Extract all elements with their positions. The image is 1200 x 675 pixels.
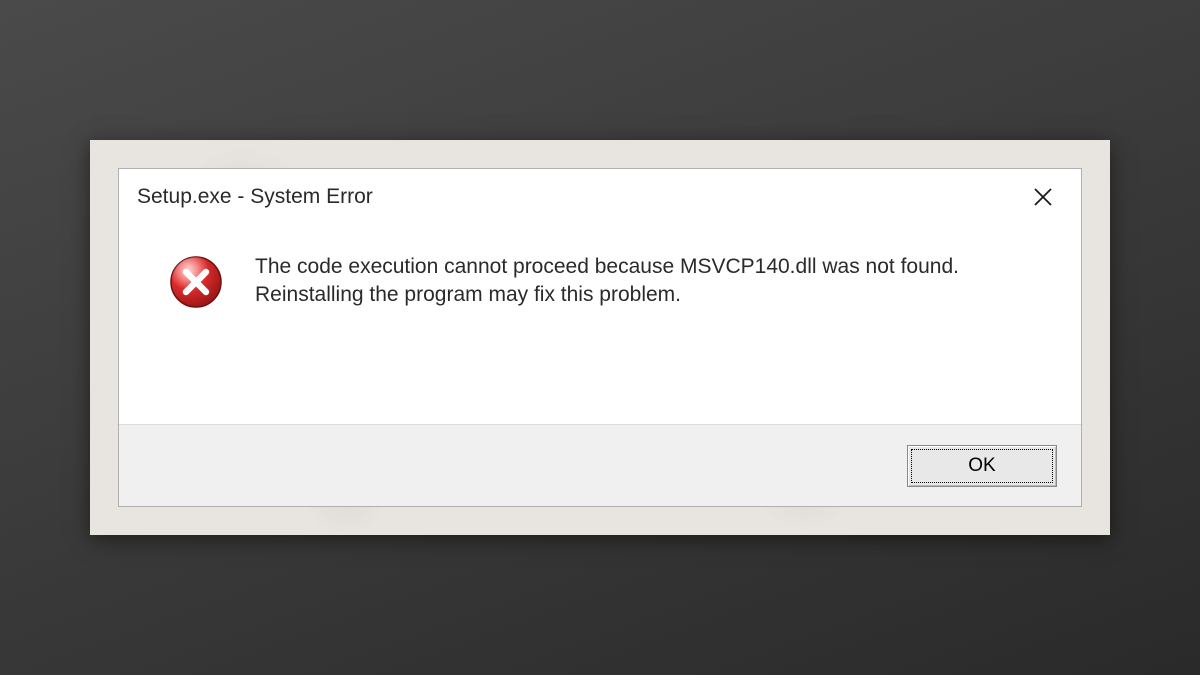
error-icon — [169, 255, 223, 309]
close-icon — [1033, 187, 1053, 207]
dialog-button-area: OK — [119, 424, 1081, 506]
screenshot-frame: Setup.exe - System Error — [90, 140, 1110, 535]
error-dialog: Setup.exe - System Error — [118, 168, 1082, 507]
ok-button[interactable]: OK — [907, 445, 1057, 487]
dialog-title: Setup.exe - System Error — [137, 185, 373, 209]
dialog-titlebar: Setup.exe - System Error — [119, 169, 1081, 225]
dialog-content: The code execution cannot proceed becaus… — [119, 225, 1081, 424]
error-message: The code execution cannot proceed becaus… — [255, 253, 1015, 310]
close-button[interactable] — [1023, 177, 1063, 217]
